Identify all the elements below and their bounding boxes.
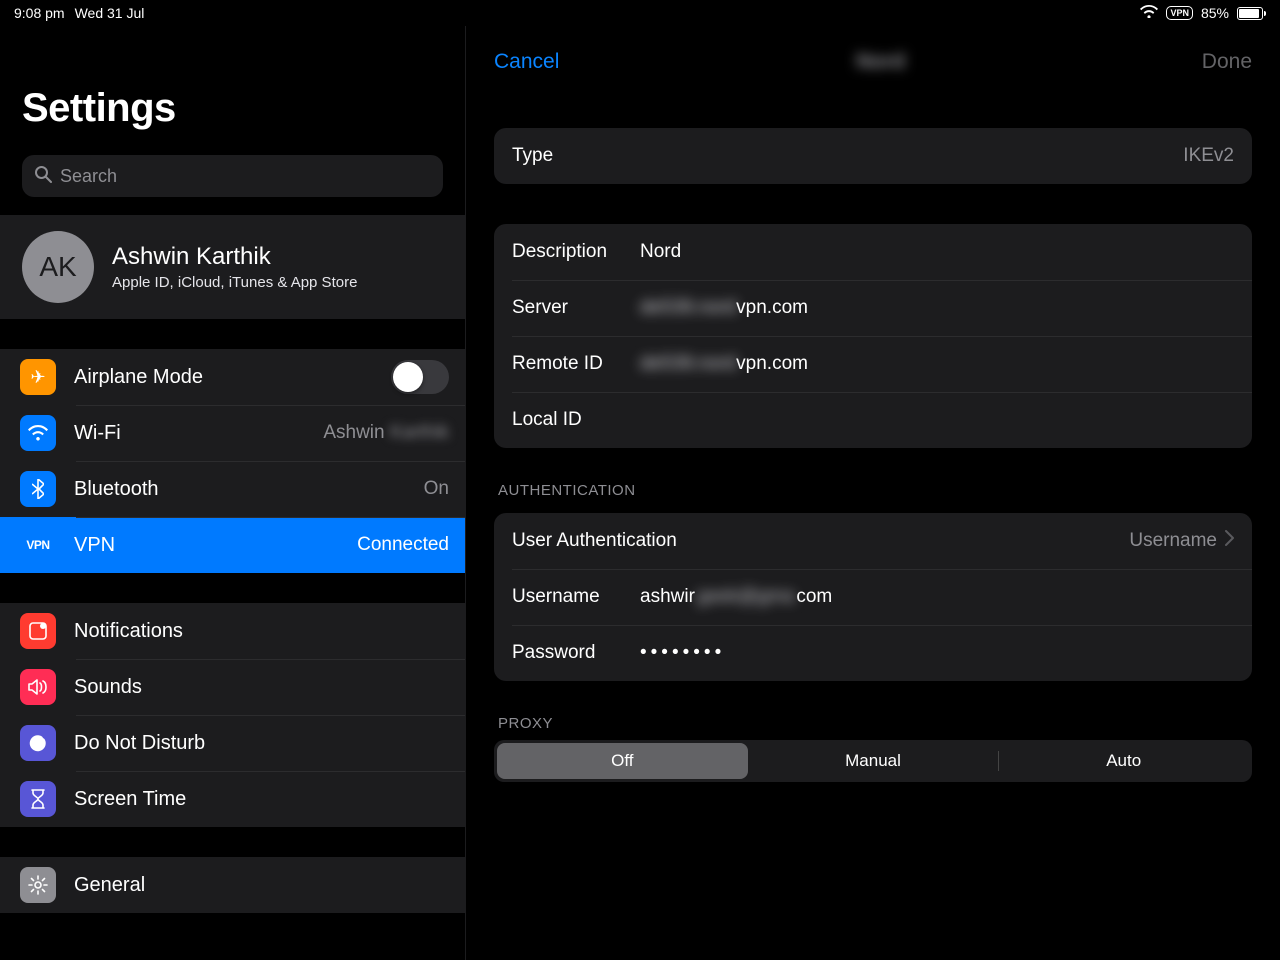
- wifi-icon: [1140, 5, 1158, 21]
- done-button[interactable]: Done: [1202, 50, 1252, 74]
- account-name: Ashwin Karthik: [112, 243, 357, 271]
- sidebar-item-sounds[interactable]: Sounds: [0, 659, 465, 715]
- proxy-manual-segment[interactable]: Manual: [748, 743, 999, 779]
- user-auth-label: User Authentication: [512, 530, 1129, 552]
- apple-id-row[interactable]: AK Ashwin Karthik Apple ID, iCloud, iTun…: [0, 215, 465, 319]
- description-row[interactable]: Description Nord: [494, 224, 1252, 280]
- vpn-icon: VPN: [20, 527, 56, 563]
- sidebar-item-bluetooth[interactable]: Bluetooth On: [0, 461, 465, 517]
- bluetooth-icon: [20, 471, 56, 507]
- vpn-config-detail: Cancel Nord Done Type IKEv2 Description …: [466, 26, 1280, 960]
- server-row[interactable]: Server de539.nordvpn.com: [494, 280, 1252, 336]
- sidebar-item-dnd[interactable]: Do Not Disturb: [0, 715, 465, 771]
- search-icon: [34, 165, 52, 188]
- sidebar-item-label: Bluetooth: [74, 478, 424, 501]
- nav-title-blurred: Nord: [559, 50, 1201, 74]
- search-placeholder: Search: [60, 166, 117, 187]
- account-subtitle: Apple ID, iCloud, iTunes & App Store: [112, 274, 357, 291]
- sidebar-item-notifications[interactable]: Notifications: [0, 603, 465, 659]
- screen-time-icon: [20, 781, 56, 817]
- chevron-right-icon: [1225, 530, 1234, 552]
- bluetooth-value: On: [424, 478, 449, 500]
- sidebar-item-label: Wi-Fi: [74, 422, 323, 445]
- wifi-value: Ashwin Karthik: [323, 422, 449, 444]
- type-row[interactable]: Type IKEv2: [494, 128, 1252, 184]
- sidebar-item-vpn[interactable]: VPN VPN Connected: [0, 517, 465, 573]
- proxy-off-segment[interactable]: Off: [497, 743, 748, 779]
- sidebar-item-label: Screen Time: [74, 788, 449, 811]
- search-input[interactable]: Search: [22, 155, 443, 197]
- status-time: 9:08 pm: [14, 5, 65, 21]
- type-label: Type: [512, 145, 1183, 167]
- sidebar-item-screen-time[interactable]: Screen Time: [0, 771, 465, 827]
- status-bar: 9:08 pm Wed 31 Jul VPN 85%: [0, 0, 1280, 26]
- notifications-icon: [20, 613, 56, 649]
- description-label: Description: [512, 241, 640, 263]
- local-id-label: Local ID: [512, 409, 640, 431]
- server-label: Server: [512, 297, 640, 319]
- username-row[interactable]: Username ashwirgeek@gmacom: [494, 569, 1252, 625]
- dnd-icon: [20, 725, 56, 761]
- description-value: Nord: [640, 241, 681, 263]
- sidebar-item-label: Do Not Disturb: [74, 732, 449, 755]
- password-row[interactable]: Password ••••••••: [494, 625, 1252, 681]
- sidebar-item-label: Airplane Mode: [74, 366, 391, 389]
- sidebar-item-label: Notifications: [74, 620, 449, 643]
- battery-percent: 85%: [1201, 5, 1229, 21]
- airplane-icon: ✈: [20, 359, 56, 395]
- sidebar-item-general[interactable]: General: [0, 857, 465, 913]
- password-label: Password: [512, 642, 640, 664]
- airplane-toggle[interactable]: [391, 360, 449, 394]
- proxy-header: Proxy: [498, 715, 1248, 732]
- auth-header: Authentication: [498, 482, 1248, 499]
- sidebar-item-label: General: [74, 874, 449, 897]
- username-value: ashwirgeek@gmacom: [640, 586, 832, 608]
- cancel-button[interactable]: Cancel: [494, 50, 559, 74]
- sidebar-item-label: VPN: [74, 534, 357, 557]
- remote-id-row[interactable]: Remote ID de539.nordvpn.com: [494, 336, 1252, 392]
- sounds-icon: [20, 669, 56, 705]
- password-value: ••••••••: [640, 642, 725, 664]
- settings-sidebar: Settings Search AK Ashwin Karthik Apple …: [0, 26, 466, 960]
- remote-id-label: Remote ID: [512, 353, 640, 375]
- vpn-indicator: VPN: [1166, 6, 1193, 20]
- user-auth-value: Username: [1129, 530, 1217, 552]
- local-id-row[interactable]: Local ID: [494, 392, 1252, 448]
- type-value: IKEv2: [1183, 145, 1234, 167]
- server-value: de539.nordvpn.com: [640, 297, 808, 319]
- sidebar-item-label: Sounds: [74, 676, 449, 699]
- battery-icon: [1237, 7, 1266, 20]
- avatar: AK: [22, 231, 94, 303]
- vpn-value: Connected: [357, 534, 449, 556]
- status-date: Wed 31 Jul: [75, 5, 145, 21]
- page-title: Settings: [22, 86, 443, 131]
- user-auth-row[interactable]: User Authentication Username: [494, 513, 1252, 569]
- proxy-auto-segment[interactable]: Auto: [998, 743, 1249, 779]
- username-label: Username: [512, 586, 640, 608]
- sidebar-item-airplane-mode[interactable]: ✈ Airplane Mode: [0, 349, 465, 405]
- proxy-segmented-control: Off Manual Auto: [494, 740, 1252, 782]
- sidebar-item-wifi[interactable]: Wi-Fi Ashwin Karthik: [0, 405, 465, 461]
- wifi-icon: [20, 415, 56, 451]
- general-icon: [20, 867, 56, 903]
- remote-id-value: de539.nordvpn.com: [640, 353, 808, 375]
